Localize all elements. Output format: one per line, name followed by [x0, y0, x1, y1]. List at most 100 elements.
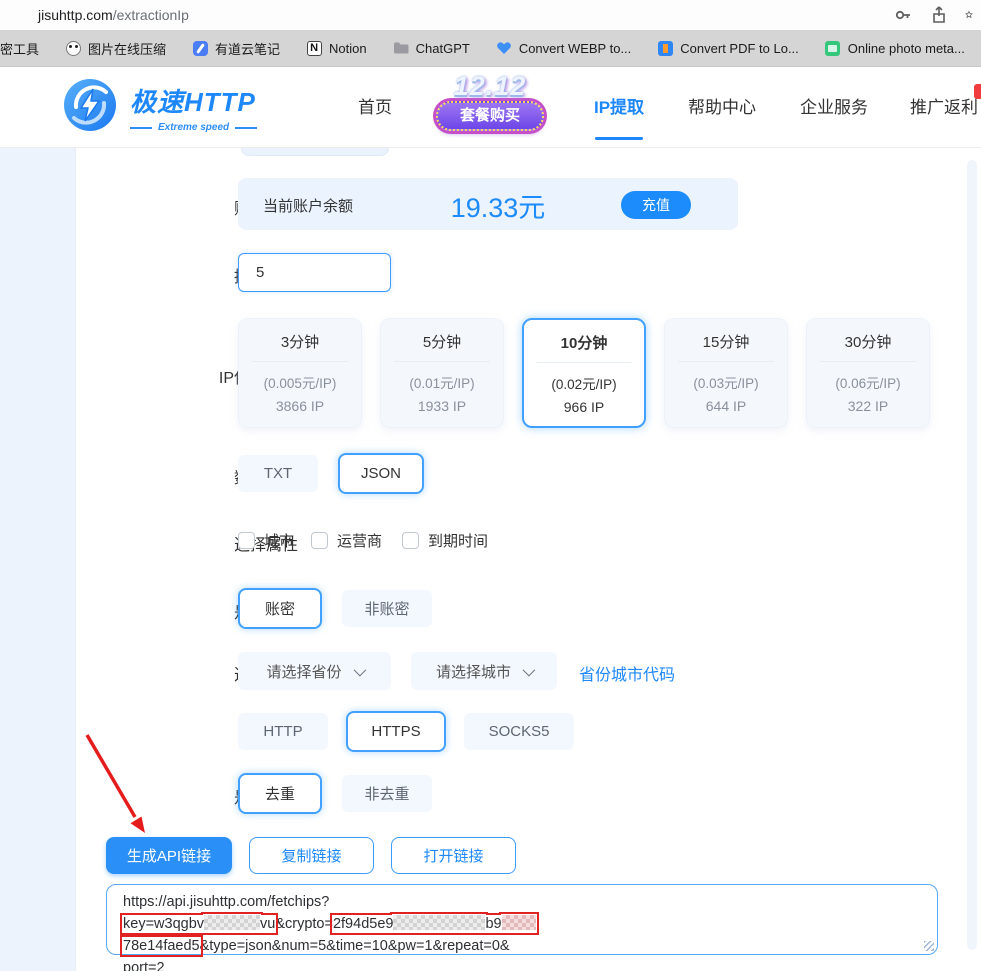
bookmark-label: ChatGPT [415, 40, 470, 56]
duration-count: 644 IP [705, 398, 747, 414]
duration-option-15min[interactable]: 15分钟 (0.03元/IP) 644 IP [664, 318, 788, 428]
browser-toolbar: jisuhttp.com/extractionIp [0, 0, 981, 30]
bookmark-label: Convert WEBP to... [518, 40, 632, 56]
duration-title: 5分钟 [422, 334, 462, 351]
duration-title: 3分钟 [280, 334, 320, 351]
bookmark-item[interactable]: 图片在线压缩 [65, 39, 166, 58]
format-option-json-selected[interactable]: JSON [338, 453, 424, 494]
page: jisuhttp.com/extractionIp 加密工具 图片在线压缩 有道… [0, 0, 981, 971]
active-tab-underline [595, 137, 644, 140]
share-icon[interactable] [929, 5, 949, 25]
bookmark-item[interactable]: N Notion [306, 40, 367, 56]
url-text: &crypto= [275, 916, 333, 932]
balance-label: 当前账户余额 [263, 198, 354, 215]
dedupe-option-yes-selected[interactable]: 去重 [238, 773, 322, 814]
dedupe-option-no[interactable]: 非去重 [342, 775, 432, 812]
nav-item-ip-extract[interactable]: IP提取 [594, 93, 644, 140]
bookmark-label: Notion [329, 40, 367, 56]
checkbox-city[interactable]: 城市 [238, 530, 294, 551]
bookmark-item[interactable]: 加密工具 [0, 39, 39, 58]
recharge-button[interactable]: 充值 [621, 191, 691, 219]
folder-icon [393, 40, 409, 56]
nav-item-referral[interactable]: 推广返利 [910, 93, 978, 118]
logo-title: 极速HTTP [130, 87, 256, 117]
bookmark-item[interactable]: 有道云笔记 [192, 39, 280, 58]
heart-icon [496, 40, 512, 56]
url-text: key=w3qgbv [123, 916, 205, 932]
resize-handle[interactable] [924, 941, 934, 951]
clipped-toolbar-icon[interactable] [965, 5, 973, 25]
divider [252, 361, 348, 362]
duration-count: 3866 IP [275, 398, 325, 414]
url-text: vu [260, 916, 276, 932]
api-url-line1: https://api.jisuhttp.com/fetchips? [123, 894, 330, 910]
bookmark-item[interactable]: Online photo meta... [825, 40, 965, 56]
protocol-option-socks5[interactable]: SOCKS5 [464, 713, 574, 750]
duration-price: (0.005元/IP) [263, 376, 337, 391]
chevron-down-icon [353, 663, 366, 676]
checkbox-label: 运营商 [337, 533, 383, 550]
chevron-down-icon [522, 663, 536, 676]
copy-link-button[interactable]: 复制链接 [249, 837, 374, 874]
duration-count: 322 IP [847, 398, 889, 414]
bookmark-label: 加密工具 [0, 41, 40, 57]
duration-option-30min[interactable]: 30分钟 (0.06元/IP) 322 IP [806, 318, 930, 428]
province-city-code-link[interactable]: 省份城市代码 [579, 661, 675, 685]
pixelated-key-blur [204, 915, 261, 930]
panda-icon [65, 40, 81, 56]
bookmark-item[interactable]: ChatGPT [393, 40, 470, 56]
redacted-key-highlight: key=w3qgbv vu [119, 913, 279, 935]
city-dropdown[interactable]: 请选择城市 [411, 652, 557, 690]
protocol-option-https-selected[interactable]: HTTPS [346, 711, 446, 752]
protocol-option-http[interactable]: HTTP [238, 713, 328, 750]
bookmark-item[interactable]: Convert WEBP to... [496, 40, 631, 56]
duration-price: (0.06元/IP) [835, 376, 901, 391]
duration-price: (0.02元/IP) [551, 377, 617, 392]
format-option-txt[interactable]: TXT [238, 455, 318, 492]
api-url-line3: port=2 [123, 960, 165, 971]
pixelated-crypto-blur [393, 915, 486, 930]
checkbox-box[interactable] [311, 532, 328, 549]
duration-title: 15分钟 [702, 334, 750, 351]
site-header: 极速HTTP Extreme speed 首页 12.12 套餐购买 IP提取 … [0, 67, 981, 148]
photo-meta-icon [825, 40, 841, 56]
url-text: 2f94d5e9 [332, 916, 394, 932]
password-key-icon[interactable] [893, 5, 913, 25]
url-host: jisuhttp.com [38, 7, 113, 23]
checkbox-carrier[interactable]: 运营商 [311, 530, 382, 551]
checkbox-box[interactable] [402, 532, 419, 549]
balance-panel: 当前账户余额 19.33元 充值 [238, 178, 738, 230]
duration-option-10min-selected[interactable]: 10分钟 (0.02元/IP) 966 IP [522, 318, 646, 428]
balance-value: 19.33元 [450, 193, 546, 223]
auth-option-no-account[interactable]: 非账密 [342, 590, 432, 627]
duration-price: (0.03元/IP) [693, 376, 759, 391]
bookmark-item[interactable]: Convert PDF to Lo... [657, 40, 799, 56]
quantity-input[interactable]: 5 [238, 253, 391, 292]
checkbox-expiry[interactable]: 到期时间 [402, 530, 488, 551]
nav-item-home[interactable]: 首页 [358, 93, 392, 118]
url-text: 78e14faed5 [123, 938, 200, 954]
site-logo[interactable]: 极速HTTP Extreme speed [62, 77, 258, 138]
duration-option-5min[interactable]: 5分钟 (0.01元/IP) 1933 IP [380, 318, 504, 428]
url-text: b9 [485, 916, 502, 932]
logo-bolt-icon [62, 77, 118, 138]
auth-option-account-selected[interactable]: 账密 [238, 588, 322, 629]
divider [820, 361, 916, 362]
checkbox-box[interactable] [238, 532, 255, 549]
api-url-textarea[interactable]: https://api.jisuhttp.com/fetchips? key=w… [106, 884, 938, 971]
open-link-button[interactable]: 打开链接 [391, 837, 516, 874]
duration-option-3min[interactable]: 3分钟 (0.005元/IP) 3866 IP [238, 318, 362, 428]
url-path: /extractionIp [112, 7, 189, 23]
scrollbar[interactable] [967, 160, 977, 950]
bookmarks-bar: 加密工具 图片在线压缩 有道云笔记 N Notion ChatGPT Conve… [0, 30, 981, 67]
nav-item-enterprise[interactable]: 企业服务 [800, 93, 868, 118]
url-text: &type=json&num=5&time=10&pw=1&repeat=0& [199, 938, 510, 954]
bookmark-label: 图片在线压缩 [88, 41, 167, 57]
logo-subtitle: Extreme speed [158, 122, 230, 133]
promo-banner[interactable]: 12.12 套餐购买 [433, 72, 547, 138]
province-dropdown[interactable]: 请选择省份 [238, 652, 391, 690]
nav-item-help-center[interactable]: 帮助中心 [688, 93, 756, 118]
divider [394, 361, 490, 362]
address-bar[interactable]: jisuhttp.com/extractionIp [38, 7, 189, 23]
api-url-line2: key=w3qgbv vu&crypto=2f94d5e9 b9 78e14faed5… [119, 913, 921, 957]
